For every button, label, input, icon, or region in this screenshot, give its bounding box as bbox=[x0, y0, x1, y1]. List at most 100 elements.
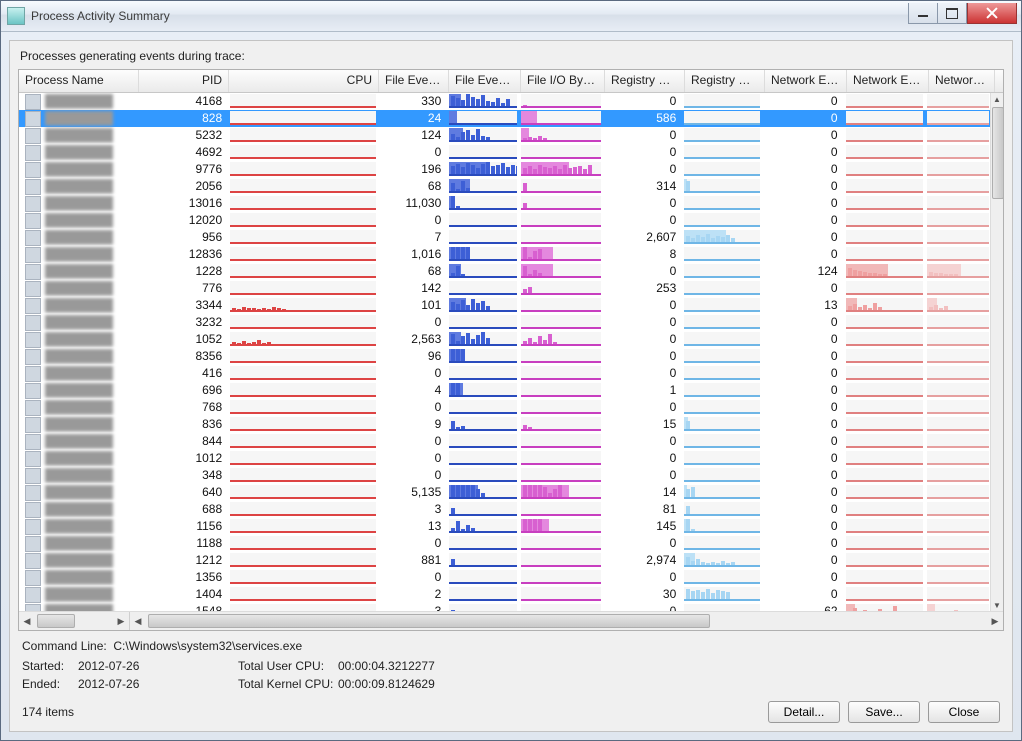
started-value: 2012-07-26 bbox=[78, 659, 238, 673]
value-cell: 0 bbox=[762, 280, 844, 297]
close-window-button[interactable] bbox=[967, 3, 1017, 24]
col-network-bytes[interactable]: Network By... bbox=[929, 70, 995, 92]
vertical-scrollbar[interactable]: ▲ ▼ bbox=[990, 93, 1003, 611]
table-row[interactable]: ████████844000 bbox=[19, 433, 991, 450]
col-file-events[interactable]: File Events bbox=[379, 70, 449, 92]
col-cpu[interactable]: CPU bbox=[229, 70, 379, 92]
table-row[interactable]: ████████1356000 bbox=[19, 569, 991, 586]
value-cell: 68 bbox=[378, 263, 448, 280]
table-row[interactable]: ████████828245860 bbox=[19, 110, 991, 127]
col-process-name[interactable]: Process Name bbox=[19, 70, 139, 92]
process-name-label: ████████ bbox=[45, 467, 113, 484]
table-row[interactable]: ████████4692000 bbox=[19, 144, 991, 161]
sparkline-cell bbox=[228, 365, 377, 382]
process-name-label: ████████ bbox=[45, 297, 113, 314]
value-cell: 0 bbox=[378, 450, 448, 467]
sparkline-cell bbox=[925, 331, 991, 348]
table-row[interactable]: ████████12020000 bbox=[19, 212, 991, 229]
table-row[interactable]: ████████95672,6070 bbox=[19, 229, 991, 246]
table-row[interactable]: ████████1012000 bbox=[19, 450, 991, 467]
table-row[interactable]: ████████14042300 bbox=[19, 586, 991, 603]
value-cell: 30 bbox=[603, 586, 683, 603]
grid-header[interactable]: Process Name PID CPU File Events File Ev… bbox=[19, 70, 1003, 93]
table-row[interactable]: ████████7761422530 bbox=[19, 280, 991, 297]
table-row[interactable]: ████████15483062 bbox=[19, 603, 991, 611]
process-name-hscroll[interactable]: ◀ ▶ bbox=[19, 612, 130, 630]
save-button[interactable]: Save... bbox=[848, 701, 920, 723]
sparkline-cell bbox=[682, 416, 762, 433]
sparkline-cell bbox=[925, 110, 991, 127]
value-cell: 0 bbox=[762, 399, 844, 416]
mini-thumb[interactable] bbox=[37, 614, 75, 628]
col-file-events-chart[interactable]: File Events bbox=[449, 70, 521, 92]
process-icon bbox=[25, 315, 41, 331]
detail-button[interactable]: Detail... bbox=[768, 701, 840, 723]
table-row[interactable]: ████████768000 bbox=[19, 399, 991, 416]
horizontal-scrollbar[interactable]: ◀ ▶ ◀ ▶ bbox=[19, 611, 1003, 630]
table-row[interactable]: ████████83569600 bbox=[19, 348, 991, 365]
col-registry-events[interactable]: Registry Ev... bbox=[605, 70, 685, 92]
value-cell: 1156 bbox=[139, 518, 229, 535]
table-row[interactable]: ████████1156131450 bbox=[19, 518, 991, 535]
vscroll-thumb[interactable] bbox=[992, 107, 1003, 199]
kernel-cpu-value: 00:00:09.8124629 bbox=[338, 677, 518, 691]
grid-rows[interactable]: ████████416833000████████828245860██████… bbox=[19, 93, 991, 611]
table-row[interactable]: ████████1188000 bbox=[19, 535, 991, 552]
table-row[interactable]: ████████523212400 bbox=[19, 127, 991, 144]
table-row[interactable]: ████████1228680124 bbox=[19, 263, 991, 280]
process-icon bbox=[25, 604, 41, 612]
table-row[interactable]: ████████348000 bbox=[19, 467, 991, 484]
table-row[interactable]: ████████128361,01680 bbox=[19, 246, 991, 263]
main-thumb[interactable] bbox=[148, 614, 710, 628]
client-area: Processes generating events during trace… bbox=[9, 40, 1013, 732]
sparkline-cell bbox=[925, 399, 991, 416]
value-cell: 776 bbox=[139, 280, 229, 297]
scroll-right-icon[interactable]: ▶ bbox=[113, 612, 129, 630]
value-cell: 0 bbox=[762, 467, 844, 484]
maximize-button[interactable] bbox=[938, 3, 967, 24]
close-button[interactable]: Close bbox=[928, 701, 1000, 723]
sparkline-cell bbox=[682, 144, 762, 161]
scroll-up-icon[interactable]: ▲ bbox=[992, 93, 1002, 105]
scroll-left-icon[interactable]: ◀ bbox=[130, 612, 146, 630]
sparkline-cell bbox=[682, 280, 762, 297]
sparkline-cell bbox=[844, 263, 926, 280]
table-row[interactable]: ████████12128812,9740 bbox=[19, 552, 991, 569]
process-icon bbox=[25, 519, 41, 535]
table-row[interactable]: ████████3344101013 bbox=[19, 297, 991, 314]
table-row[interactable]: ████████6405,135140 bbox=[19, 484, 991, 501]
table-row[interactable]: ████████6883810 bbox=[19, 501, 991, 518]
process-icon bbox=[25, 196, 41, 212]
sparkline-cell bbox=[447, 603, 519, 611]
sparkline-cell bbox=[844, 178, 926, 195]
col-pid[interactable]: PID bbox=[139, 70, 229, 92]
col-file-io-bytes[interactable]: File I/O Bytes bbox=[521, 70, 605, 92]
sparkline-cell bbox=[519, 110, 603, 127]
titlebar[interactable]: Process Activity Summary bbox=[1, 1, 1021, 32]
sparkline-cell bbox=[519, 399, 603, 416]
sparkline-cell bbox=[228, 178, 377, 195]
table-row[interactable]: ████████696410 bbox=[19, 382, 991, 399]
table-row[interactable]: ████████10522,56300 bbox=[19, 331, 991, 348]
process-name-cell: ████████ bbox=[19, 212, 139, 229]
value-cell: 24 bbox=[378, 110, 448, 127]
col-registry-events-chart[interactable]: Registry Ev... bbox=[685, 70, 765, 92]
table-row[interactable]: ████████416833000 bbox=[19, 93, 991, 110]
table-row[interactable]: ████████416000 bbox=[19, 365, 991, 382]
value-cell: 3232 bbox=[139, 314, 229, 331]
table-row[interactable]: ████████8369150 bbox=[19, 416, 991, 433]
table-row[interactable]: ████████2056683140 bbox=[19, 178, 991, 195]
value-cell: 124 bbox=[378, 127, 448, 144]
scroll-right-icon[interactable]: ▶ bbox=[987, 612, 1003, 630]
scroll-down-icon[interactable]: ▼ bbox=[992, 599, 1002, 611]
minimize-button[interactable] bbox=[908, 3, 938, 24]
col-network-events-chart[interactable]: Network Ev... bbox=[847, 70, 929, 92]
table-row[interactable]: ████████977619600 bbox=[19, 161, 991, 178]
main-hscroll[interactable]: ◀ ▶ bbox=[130, 612, 1003, 630]
col-network-events[interactable]: Network Ev... bbox=[765, 70, 847, 92]
table-row[interactable]: ████████1301611,03000 bbox=[19, 195, 991, 212]
process-icon bbox=[25, 128, 41, 144]
table-row[interactable]: ████████3232000 bbox=[19, 314, 991, 331]
scroll-left-icon[interactable]: ◀ bbox=[19, 612, 35, 630]
process-name-label: ████████ bbox=[45, 518, 113, 535]
